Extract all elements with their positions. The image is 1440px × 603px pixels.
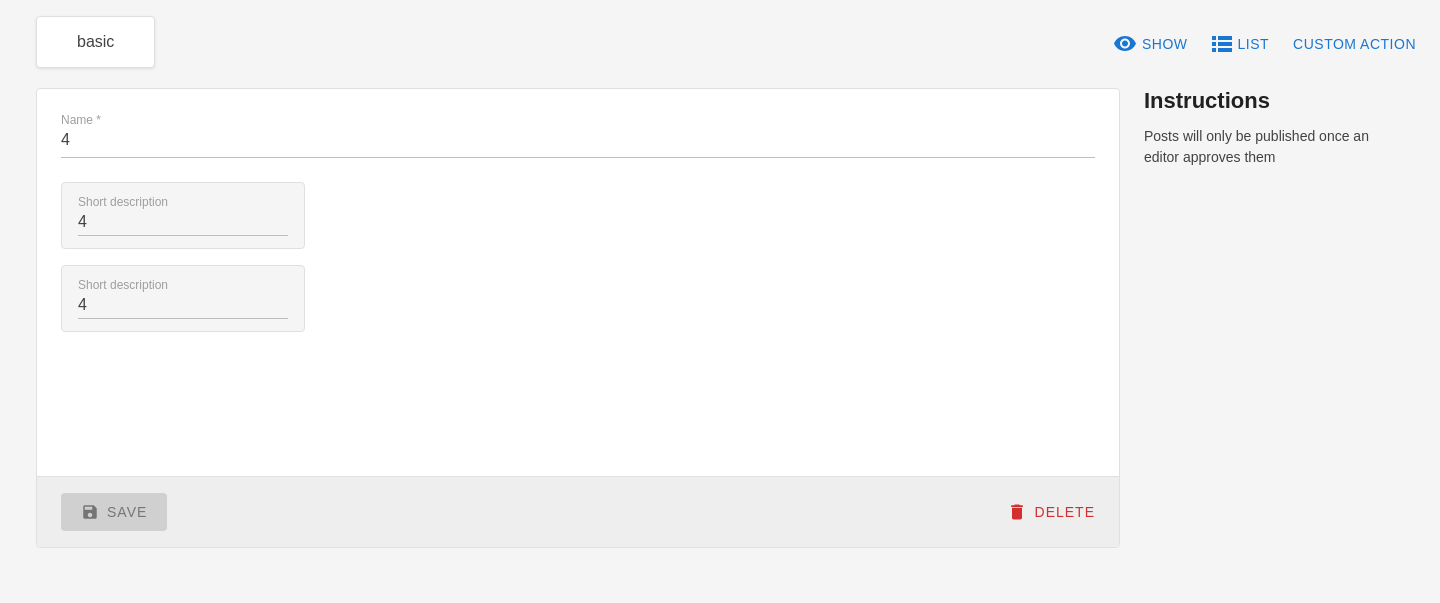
instructions-panel: Instructions Posts will only be publishe… (1144, 88, 1404, 548)
custom-action-button[interactable]: CUSTOM ACTION (1293, 36, 1416, 52)
instructions-text: Posts will only be published once an edi… (1144, 126, 1404, 168)
short-desc-field-1: Short description 4 (61, 182, 305, 249)
name-value[interactable]: 4 (61, 131, 1095, 149)
top-bar-actions: SHOW LIST CUSTOM ACTION (1114, 36, 1416, 52)
save-icon (81, 503, 99, 521)
title-card-panel: basic (36, 16, 155, 68)
show-button[interactable]: SHOW (1114, 36, 1188, 52)
list-label: LIST (1238, 36, 1270, 52)
delete-button[interactable]: DELETE (1007, 502, 1095, 522)
trash-icon (1007, 502, 1027, 522)
title-card: basic (36, 16, 155, 68)
list-icon (1212, 36, 1232, 52)
bottom-actions: SAVE DELETE (37, 476, 1119, 547)
show-label: SHOW (1142, 36, 1188, 52)
save-button[interactable]: SAVE (61, 493, 167, 531)
short-desc-field-2: Short description 4 (61, 265, 305, 332)
short-desc-2-value[interactable]: 4 (78, 296, 288, 319)
save-label: SAVE (107, 504, 147, 520)
form-section: Name * 4 Short description 4 Short descr… (36, 88, 1120, 548)
name-field: Name * 4 (61, 113, 1095, 158)
title-card-text: basic (77, 33, 114, 50)
eye-icon (1114, 36, 1136, 52)
instructions-title: Instructions (1144, 88, 1404, 114)
delete-label: DELETE (1035, 504, 1095, 520)
custom-action-label: CUSTOM ACTION (1293, 36, 1416, 52)
name-label: Name * (61, 113, 1095, 127)
top-bar: basic SHOW LIST CUSTOM ACTION (0, 0, 1440, 88)
short-desc-1-value[interactable]: 4 (78, 213, 288, 236)
short-desc-1-label: Short description (78, 195, 288, 209)
short-desc-2-label: Short description (78, 278, 288, 292)
list-button[interactable]: LIST (1212, 36, 1270, 52)
main-layout: Name * 4 Short description 4 Short descr… (0, 88, 1440, 548)
